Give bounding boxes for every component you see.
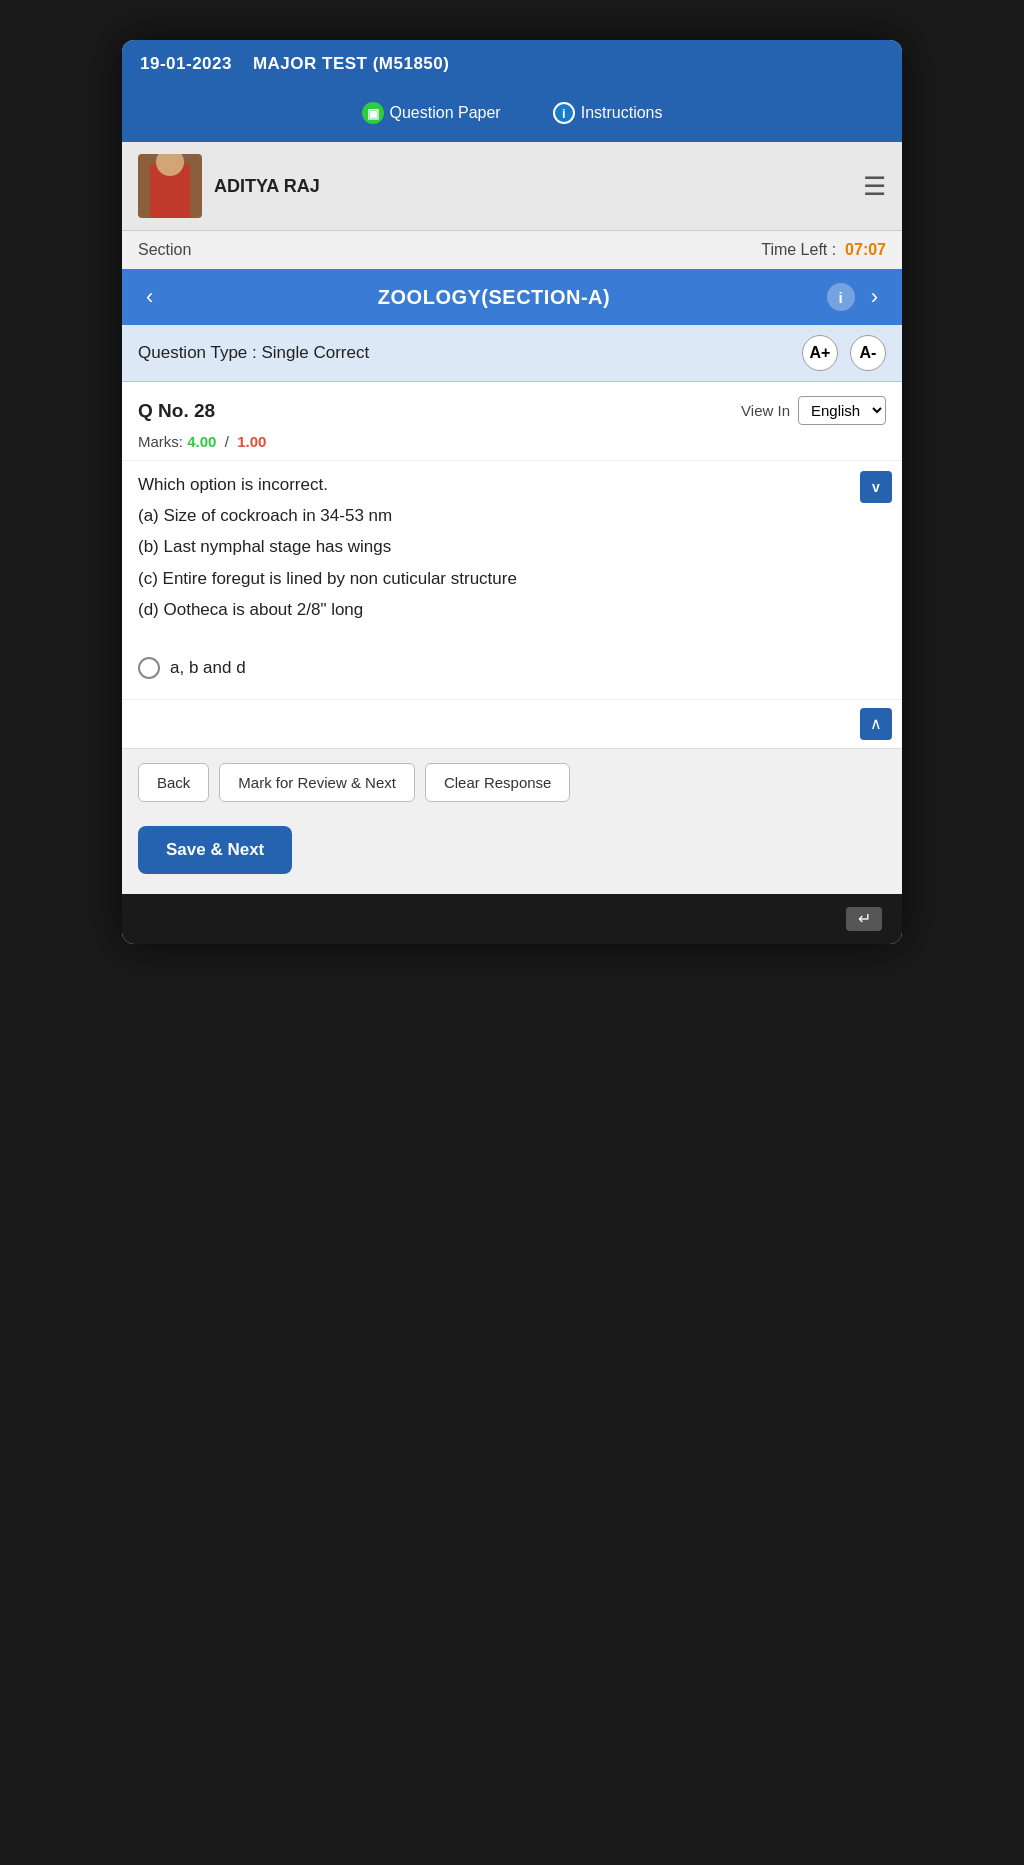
- section-timer: Section Time Left : 07:07: [122, 231, 902, 269]
- font-increase-button[interactable]: A+: [802, 335, 838, 371]
- mark-for-review-button[interactable]: Mark for Review & Next: [219, 763, 415, 802]
- question-area: Q No. 28 View In English Marks: 4.00 / 1…: [122, 382, 902, 748]
- question-paper-icon: ▣: [362, 102, 384, 124]
- back-indicator[interactable]: ↵: [846, 907, 882, 931]
- question-line-4: (c) Entire foregut is lined by non cutic…: [138, 565, 886, 592]
- save-next-row: Save & Next: [122, 816, 902, 894]
- tab-instructions[interactable]: i Instructions: [537, 96, 679, 130]
- user-name: ADITYA RAJ: [214, 176, 320, 197]
- section-prev-button[interactable]: ‹: [138, 284, 161, 310]
- bottom-bar: ↵: [122, 894, 902, 944]
- question-type-label: Question Type : Single Correct: [138, 343, 790, 363]
- question-line-1: Which option is incorrect.: [138, 471, 886, 498]
- language-select[interactable]: English: [798, 396, 886, 425]
- question-type-bar: Question Type : Single Correct A+ A-: [122, 325, 902, 382]
- user-left: ADITYA RAJ: [138, 154, 320, 218]
- instructions-icon: i: [553, 102, 575, 124]
- marks-row: Marks: 4.00 / 1.00: [122, 429, 902, 460]
- header-date: 19-01-2023: [140, 54, 232, 73]
- section-label: Section: [138, 241, 191, 259]
- section-next-button[interactable]: ›: [863, 284, 886, 310]
- time-left-label: Time Left :: [761, 241, 836, 258]
- save-next-button[interactable]: Save & Next: [138, 826, 292, 874]
- question-line-5: (d) Ootheca is about 2/8" long: [138, 596, 886, 623]
- header-date-title: 19-01-2023 MAJOR TEST (M51850): [140, 54, 449, 74]
- nav-tabs: ▣ Question Paper i Instructions: [122, 88, 902, 142]
- question-text: Which option is incorrect. (a) Size of c…: [138, 471, 886, 623]
- instructions-label: Instructions: [581, 104, 663, 122]
- bookmark-button[interactable]: v: [860, 471, 892, 503]
- question-line-2: (a) Size of cockroach in 34-53 nm: [138, 502, 886, 529]
- header-test-title: MAJOR TEST (M51850): [253, 54, 450, 73]
- scroll-top-area: ∧: [122, 699, 902, 748]
- hamburger-icon[interactable]: ☰: [863, 173, 886, 199]
- header-bar: 19-01-2023 MAJOR TEST (M51850): [122, 40, 902, 88]
- timer-label: Time Left : 07:07: [761, 241, 886, 259]
- view-in-row: View In English: [741, 396, 886, 425]
- section-title: ZOOLOGY(SECTION-A): [161, 286, 826, 309]
- avatar-figure: [150, 164, 190, 218]
- marks-positive: 4.00: [187, 433, 216, 450]
- section-selector: ‹ ZOOLOGY(SECTION-A) i ›: [122, 269, 902, 325]
- timer-value: 07:07: [845, 241, 886, 258]
- question-text-wrapper: v Which option is incorrect. (a) Size of…: [122, 460, 902, 637]
- clear-response-button[interactable]: Clear Response: [425, 763, 571, 802]
- user-row: ADITYA RAJ ☰: [122, 142, 902, 231]
- tab-question-paper[interactable]: ▣ Question Paper: [346, 96, 517, 130]
- phone-container: 19-01-2023 MAJOR TEST (M51850) ▣ Questio…: [122, 40, 902, 944]
- section-info-icon[interactable]: i: [827, 283, 855, 311]
- back-button[interactable]: Back: [138, 763, 209, 802]
- marks-negative: 1.00: [237, 433, 266, 450]
- option-radio-1[interactable]: [138, 657, 160, 679]
- action-buttons-row: Back Mark for Review & Next Clear Respon…: [122, 748, 902, 816]
- avatar: [138, 154, 202, 218]
- question-line-3: (b) Last nymphal stage has wings: [138, 533, 886, 560]
- view-in-label: View In: [741, 402, 790, 419]
- option-label-1: a, b and d: [170, 658, 246, 678]
- question-header: Q No. 28 View In English: [122, 382, 902, 429]
- question-paper-label: Question Paper: [390, 104, 501, 122]
- scroll-top-button[interactable]: ∧: [860, 708, 892, 740]
- options-area: a, b and d: [122, 637, 902, 699]
- question-number: Q No. 28: [138, 400, 215, 422]
- list-item[interactable]: a, b and d: [138, 647, 886, 689]
- font-decrease-button[interactable]: A-: [850, 335, 886, 371]
